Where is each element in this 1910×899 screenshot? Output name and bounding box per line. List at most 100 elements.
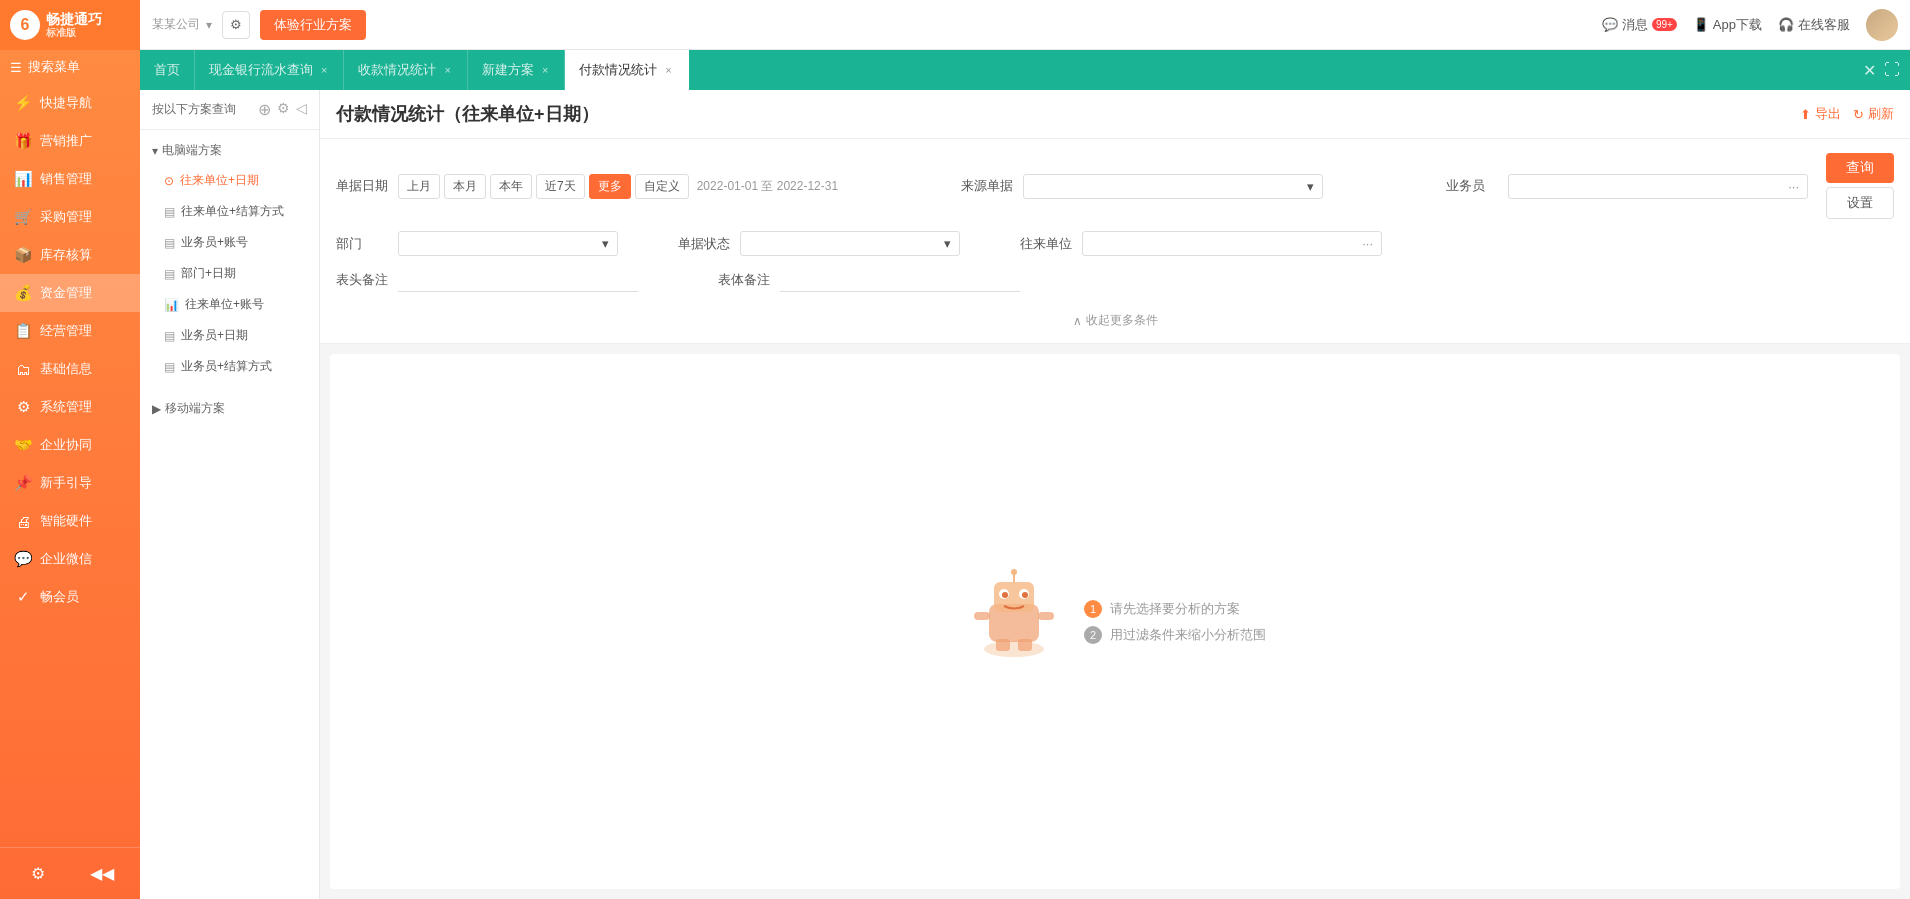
sidebar-item-member[interactable]: ✓ 畅会员 bbox=[0, 578, 140, 616]
sidebar-item-wechat[interactable]: 💬 企业微信 bbox=[0, 540, 140, 578]
query-btn[interactable]: 查询 bbox=[1826, 153, 1894, 183]
notifications-btn[interactable]: 💬 消息 99+ bbox=[1602, 16, 1677, 34]
desktop-schema-title[interactable]: ▾ 电脑端方案 bbox=[140, 136, 319, 165]
schema-partner-account[interactable]: 📊 往来单位+账号 bbox=[140, 289, 319, 320]
export-btn[interactable]: ⬆ 导出 bbox=[1800, 105, 1841, 123]
sidebar: 6 畅捷通巧 标准版 ☰ 搜索菜单 ⚡ 快捷导航 🎁 营销推广 📊 销售管理 🛒… bbox=[0, 0, 140, 899]
collapse-sidebar-btn[interactable]: ◀◀ bbox=[74, 858, 130, 889]
tab-payment-stats[interactable]: 收款情况统计 × bbox=[344, 50, 467, 90]
app-icon: 📱 bbox=[1693, 17, 1709, 32]
refresh-icon: ↻ bbox=[1853, 107, 1864, 122]
page-header-actions: ⬆ 导出 ↻ 刷新 bbox=[1800, 105, 1894, 123]
sidebar-item-purchase[interactable]: 🛒 采购管理 bbox=[0, 198, 140, 236]
tab-new-plan[interactable]: 新建方案 × bbox=[468, 50, 565, 90]
svg-rect-11 bbox=[996, 639, 1010, 651]
more-dates-btn[interactable]: 更多 bbox=[589, 174, 631, 199]
expand-mobile-icon: ▶ bbox=[152, 402, 161, 416]
body-note-input[interactable] bbox=[780, 268, 1020, 292]
filter-area: 单据日期 上月 本月 本年 近7天 更多 自定义 2022-01-01 至 20… bbox=[320, 139, 1910, 344]
wechat-icon: 💬 bbox=[14, 550, 32, 568]
schema-dept-date[interactable]: ▤ 部门+日期 bbox=[140, 258, 319, 289]
partner-date-icon: ⊙ bbox=[164, 174, 174, 188]
collapse-chevron-icon: ∧ bbox=[1073, 314, 1082, 328]
sidebar-item-hardware[interactable]: 🖨 智能硬件 bbox=[0, 502, 140, 540]
tab-bank-flow[interactable]: 现金银行流水查询 × bbox=[195, 50, 344, 90]
sidebar-item-guide[interactable]: 📌 新手引导 bbox=[0, 464, 140, 502]
sidebar-item-collab[interactable]: 🤝 企业协同 bbox=[0, 426, 140, 464]
custom-date-btn[interactable]: 自定义 bbox=[635, 174, 689, 199]
close-payout-stats-tab[interactable]: × bbox=[663, 62, 673, 78]
collapse-left-panel-btn[interactable]: ◁ bbox=[296, 100, 307, 119]
schema-partner-date[interactable]: ⊙ 往来单位+日期 bbox=[140, 165, 319, 196]
close-bank-flow-tab[interactable]: × bbox=[319, 62, 329, 78]
user-avatar[interactable] bbox=[1866, 9, 1898, 41]
page-header: 付款情况统计（往来单位+日期） ⬆ 导出 ↻ 刷新 bbox=[320, 90, 1910, 139]
sidebar-item-operation[interactable]: 📋 经营管理 bbox=[0, 312, 140, 350]
close-all-tabs-btn[interactable]: ✕ bbox=[1863, 61, 1876, 80]
left-panel-header: 按以下方案查询 ⊕ ⚙ ◁ bbox=[140, 90, 319, 130]
sidebar-item-capital[interactable]: 💰 资金管理 bbox=[0, 274, 140, 312]
sidebar-logo: 6 畅捷通巧 标准版 bbox=[0, 0, 140, 50]
empty-illustration bbox=[964, 564, 1064, 664]
tab-payout-stats[interactable]: 付款情况统计 × bbox=[565, 50, 688, 90]
last-7days-btn[interactable]: 近7天 bbox=[536, 174, 585, 199]
dept-date-icon: ▤ bbox=[164, 267, 175, 281]
partner-input[interactable]: ··· bbox=[1082, 231, 1382, 256]
schema-partner-settle[interactable]: ▤ 往来单位+结算方式 bbox=[140, 196, 319, 227]
schema-staff-account[interactable]: ▤ 业务员+账号 bbox=[140, 227, 319, 258]
settings-gear-btn[interactable]: ⚙ bbox=[222, 11, 250, 39]
desktop-schema-group: ▾ 电脑端方案 ⊙ 往来单位+日期 ▤ 往来单位+结算方式 ▤ 业务员+账号 ▤ bbox=[140, 130, 319, 388]
guide-icon: 📌 bbox=[14, 474, 32, 492]
collapse-filter-btn[interactable]: ∧ 收起更多条件 bbox=[336, 304, 1894, 329]
trial-industry-btn[interactable]: 体验行业方案 bbox=[260, 10, 366, 40]
this-year-btn[interactable]: 本年 bbox=[490, 174, 532, 199]
settings-bottom-btn[interactable]: ⚙ bbox=[10, 858, 66, 889]
content-area: 按以下方案查询 ⊕ ⚙ ◁ ▾ 电脑端方案 ⊙ 往来单位+日期 ▤ bbox=[140, 90, 1910, 899]
tab-home[interactable]: 首页 bbox=[140, 50, 195, 90]
close-payment-stats-tab[interactable]: × bbox=[442, 62, 452, 78]
online-service-btn[interactable]: 🎧 在线客服 bbox=[1778, 16, 1850, 34]
capital-icon: 💰 bbox=[14, 284, 32, 302]
inventory-icon: 📦 bbox=[14, 246, 32, 264]
schema-settings-btn[interactable]: ⚙ bbox=[277, 100, 290, 119]
last-month-btn[interactable]: 上月 bbox=[398, 174, 440, 199]
header-note-input[interactable] bbox=[398, 268, 638, 292]
notification-icon: 💬 bbox=[1602, 17, 1618, 32]
sidebar-item-sales[interactable]: 📊 销售管理 bbox=[0, 160, 140, 198]
source-select[interactable]: ▾ bbox=[1023, 174, 1323, 199]
sidebar-item-quick-nav[interactable]: ⚡ 快捷导航 bbox=[0, 84, 140, 122]
app-download-btn[interactable]: 📱 App下载 bbox=[1693, 16, 1762, 34]
search-menu[interactable]: ☰ 搜索菜单 bbox=[0, 50, 140, 84]
purchase-icon: 🛒 bbox=[14, 208, 32, 226]
empty-tip-2: 2 用过滤条件来缩小分析范围 bbox=[1084, 626, 1266, 644]
dept-label: 部门 bbox=[336, 235, 388, 253]
sidebar-item-marketing[interactable]: 🎁 营销推广 bbox=[0, 122, 140, 160]
left-panel: 按以下方案查询 ⊕ ⚙ ◁ ▾ 电脑端方案 ⊙ 往来单位+日期 ▤ bbox=[140, 90, 320, 899]
sidebar-item-basic[interactable]: 🗂 基础信息 bbox=[0, 350, 140, 388]
marketing-icon: 🎁 bbox=[14, 132, 32, 150]
svg-point-8 bbox=[1011, 569, 1017, 575]
sidebar-item-system[interactable]: ⚙ 系统管理 bbox=[0, 388, 140, 426]
operation-icon: 📋 bbox=[14, 322, 32, 340]
hardware-icon: 🖨 bbox=[14, 513, 32, 530]
svg-point-0 bbox=[984, 641, 1044, 657]
mobile-schema-title[interactable]: ▶ 移动端方案 bbox=[140, 394, 319, 423]
member-icon: ✓ bbox=[14, 588, 32, 606]
sidebar-item-inventory[interactable]: 📦 库存核算 bbox=[0, 236, 140, 274]
logo-text: 畅捷通巧 标准版 bbox=[46, 11, 102, 40]
staff-input[interactable]: ··· bbox=[1508, 174, 1808, 199]
doc-status-select[interactable]: ▾ bbox=[740, 231, 960, 256]
dept-select[interactable]: ▾ bbox=[398, 231, 618, 256]
setting-btn[interactable]: 设置 bbox=[1826, 187, 1894, 219]
schema-staff-date[interactable]: ▤ 业务员+日期 bbox=[140, 320, 319, 351]
schema-staff-settle[interactable]: ▤ 业务员+结算方式 bbox=[140, 351, 319, 382]
expand-tabs-btn[interactable]: ⛶ bbox=[1884, 61, 1900, 79]
close-new-plan-tab[interactable]: × bbox=[540, 62, 550, 78]
staff-date-icon: ▤ bbox=[164, 329, 175, 343]
add-schema-btn[interactable]: ⊕ bbox=[258, 100, 271, 119]
staff-settle-icon: ▤ bbox=[164, 360, 175, 374]
dept-chevron-icon: ▾ bbox=[602, 236, 609, 251]
this-month-btn[interactable]: 本月 bbox=[444, 174, 486, 199]
account-selector[interactable]: 某某公司 ▾ bbox=[152, 16, 212, 33]
refresh-btn[interactable]: ↻ 刷新 bbox=[1853, 105, 1894, 123]
